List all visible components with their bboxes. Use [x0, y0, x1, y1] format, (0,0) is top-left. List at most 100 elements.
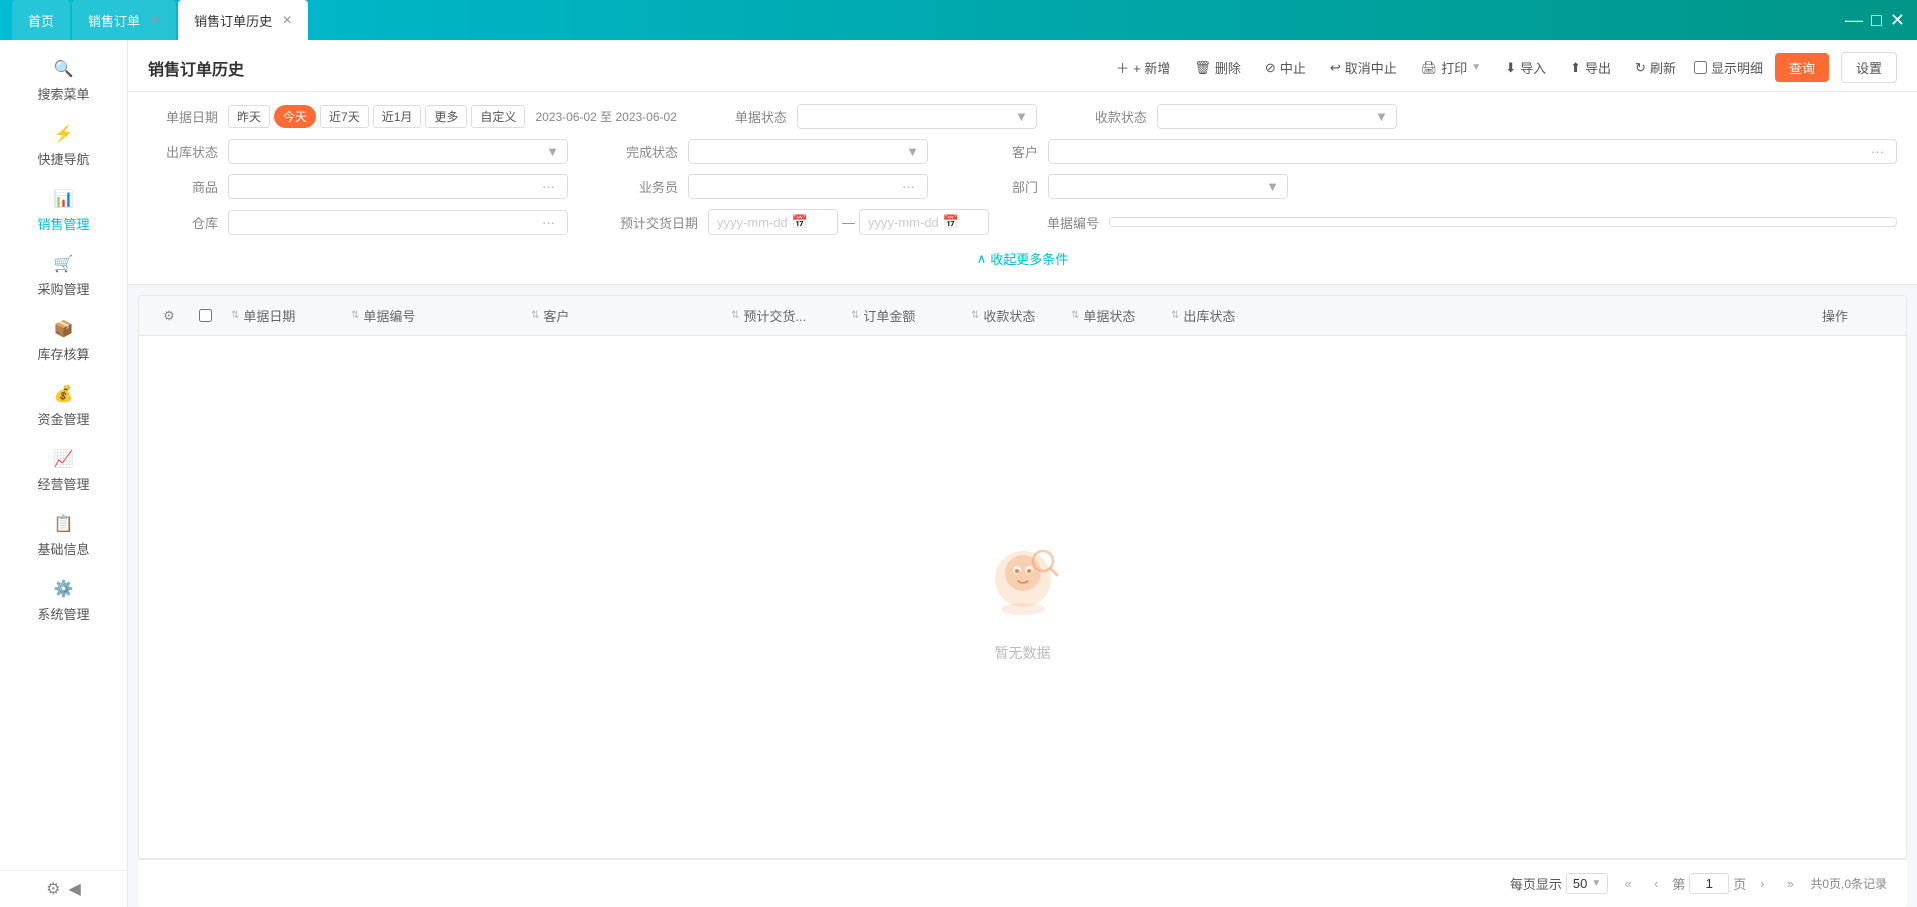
cancel-stop-button[interactable]: ↩ 取消中止: [1324, 54, 1403, 81]
empty-illustration: [973, 531, 1073, 631]
doc-status-label: 单据状态: [717, 107, 797, 126]
date-btn-7days[interactable]: 近7天: [320, 105, 369, 128]
th-date[interactable]: ⇅ 单据日期: [223, 306, 343, 325]
window-maximize-icon[interactable]: □: [1871, 11, 1882, 29]
last-page-button[interactable]: »: [1778, 872, 1802, 896]
collapse-row[interactable]: ∧ 收起更多条件: [148, 245, 1897, 272]
salesperson-input[interactable]: ···: [688, 174, 928, 199]
th-settings[interactable]: ⚙: [151, 308, 187, 324]
th-num[interactable]: ⇅ 单据编号: [343, 306, 523, 325]
salesperson-label: 业务员: [608, 177, 688, 196]
doc-num-input[interactable]: [1109, 217, 1897, 227]
th-delivery[interactable]: ⇅ 预计交货...: [723, 306, 843, 325]
customer-label: 客户: [968, 142, 1048, 161]
sidebar-item-operations[interactable]: 📈 经营管理: [0, 438, 127, 503]
pay-status-select[interactable]: ▼: [1157, 104, 1397, 129]
new-button[interactable]: ＋ + 新增: [1110, 54, 1176, 81]
export-button[interactable]: ⬆ 导出: [1564, 54, 1617, 81]
prev-page-icon: ‹: [1654, 876, 1658, 891]
system-icon: ⚙️: [53, 578, 75, 600]
query-button[interactable]: 查询: [1775, 53, 1829, 82]
collapse-up-icon: ∧: [977, 251, 987, 267]
date-btn-more[interactable]: 更多: [425, 105, 467, 128]
tab-home[interactable]: 首页: [12, 0, 70, 40]
tab-sales-order-history[interactable]: 销售订单历史 ✕: [178, 0, 308, 40]
export-label: 导出: [1585, 58, 1611, 77]
sidebar-item-finance[interactable]: 💰 资金管理: [0, 373, 127, 438]
settings-bottom-icon[interactable]: ⚙: [46, 879, 60, 899]
sort-customer-icon: ⇅: [531, 310, 539, 321]
settings-button[interactable]: 设置: [1841, 52, 1897, 83]
warehouse-input[interactable]: ···: [228, 210, 568, 235]
date-btn-custom[interactable]: 自定义: [471, 105, 525, 128]
display-detail-checkbox[interactable]: 显示明细: [1694, 58, 1763, 77]
delete-button[interactable]: 🗑 删除: [1188, 54, 1247, 81]
customer-dots-icon[interactable]: ···: [1867, 144, 1888, 159]
refresh-icon: ↻: [1635, 60, 1646, 76]
doc-status-select[interactable]: ▼: [797, 104, 1037, 129]
warehouse-dots-icon[interactable]: ···: [538, 215, 559, 230]
calendar-start-icon: 📅: [792, 214, 808, 230]
page-header: 销售订单历史 ＋ + 新增 🗑 删除 ⊘ 中止 ↩: [128, 40, 1917, 92]
tab-sales-order[interactable]: 销售订单 ✕: [72, 0, 176, 40]
goods-input[interactable]: ···: [228, 174, 568, 199]
th-num-label: 单据编号: [363, 306, 415, 325]
department-select[interactable]: ▼: [1048, 174, 1288, 199]
top-bar-right: — □ ✕: [1845, 11, 1905, 29]
collapse-sidebar-icon[interactable]: ◀: [69, 879, 81, 899]
th-amount[interactable]: ⇅ 订单金额: [843, 306, 963, 325]
th-customer-label: 客户: [543, 306, 569, 325]
delivery-date-start[interactable]: yyyy-mm-dd 📅: [708, 209, 838, 235]
page-input[interactable]: [1689, 873, 1729, 894]
customer-input[interactable]: ···: [1048, 139, 1897, 164]
page-total: 共0页,0条记录: [1810, 875, 1887, 892]
out-status-select[interactable]: ▼: [228, 139, 568, 164]
date-btn-1month[interactable]: 近1月: [373, 105, 422, 128]
warehouse-label: 仓库: [148, 213, 228, 232]
filter-row-warehouse: 仓库 ··· 预计交货日期 yyyy-mm-dd 📅 — yyyy-mm-dd …: [148, 209, 1897, 235]
th-checkbox[interactable]: [187, 309, 223, 322]
refresh-button[interactable]: ↻ 刷新: [1629, 54, 1682, 81]
new-label: + 新增: [1133, 58, 1170, 77]
date-btn-today[interactable]: 今天: [274, 105, 316, 128]
filter-area: 单据日期 昨天 今天 近7天 近1月 更多 自定义 2023-06-02 至 2…: [128, 92, 1917, 285]
complete-status-select[interactable]: ▼: [688, 139, 928, 164]
sidebar-item-basic-info[interactable]: 📋 基础信息: [0, 503, 127, 568]
sidebar-item-quick-nav[interactable]: ⚡ 快捷导航: [0, 113, 127, 178]
sidebar-item-system[interactable]: ⚙️ 系统管理: [0, 568, 127, 633]
window-close-icon[interactable]: ✕: [1890, 11, 1905, 29]
th-customer[interactable]: ⇅ 客户: [523, 306, 723, 325]
display-detail-input[interactable]: [1694, 61, 1707, 74]
sidebar-item-purchase-mgmt[interactable]: 🛒 采购管理: [0, 243, 127, 308]
window-minimize-icon[interactable]: —: [1845, 11, 1863, 29]
import-button[interactable]: ⬇ 导入: [1499, 54, 1552, 81]
th-out-status[interactable]: ⇅ 出库状态: [1163, 306, 1263, 325]
main-content: 销售订单历史 ＋ + 新增 🗑 删除 ⊘ 中止 ↩: [128, 40, 1917, 907]
prev-page-button[interactable]: ‹: [1644, 872, 1668, 896]
tab-sales-order-close[interactable]: ✕: [150, 13, 160, 27]
delivery-date-end[interactable]: yyyy-mm-dd 📅: [859, 209, 989, 235]
sidebar-item-sales-mgmt[interactable]: 📊 销售管理: [0, 178, 127, 243]
tab-sales-order-history-close[interactable]: ✕: [282, 13, 292, 27]
th-doc-status[interactable]: ⇅ 单据状态: [1063, 306, 1163, 325]
first-page-button[interactable]: «: [1616, 872, 1640, 896]
next-page-button[interactable]: ›: [1750, 872, 1774, 896]
th-pay-status[interactable]: ⇅ 收款状态: [963, 306, 1063, 325]
sidebar-item-search-menu[interactable]: 🔍 搜索菜单: [0, 48, 127, 113]
sidebar-item-inventory[interactable]: 📦 库存核算: [0, 308, 127, 373]
th-operation: 操作: [1814, 306, 1894, 325]
cancel-stop-label: 取消中止: [1345, 58, 1397, 77]
salesperson-dots-icon[interactable]: ···: [898, 179, 919, 194]
page-word: 第: [1672, 874, 1685, 893]
goods-dots-icon[interactable]: ···: [538, 179, 559, 194]
sort-date-icon: ⇅: [231, 310, 239, 321]
date-btn-yesterday[interactable]: 昨天: [228, 105, 270, 128]
print-button[interactable]: 🖨 打印 ▼: [1415, 54, 1487, 81]
stop-button[interactable]: ⊘ 中止: [1259, 54, 1312, 81]
page-size-box[interactable]: 50 ▼: [1566, 873, 1608, 894]
doc-status-chevron-icon: ▼: [1015, 109, 1028, 124]
page-size-label: 每页显示: [1510, 874, 1562, 893]
select-all-checkbox[interactable]: [199, 309, 212, 322]
table-body: 暂无数据: [139, 336, 1906, 858]
page-title: 销售订单历史: [148, 56, 244, 80]
